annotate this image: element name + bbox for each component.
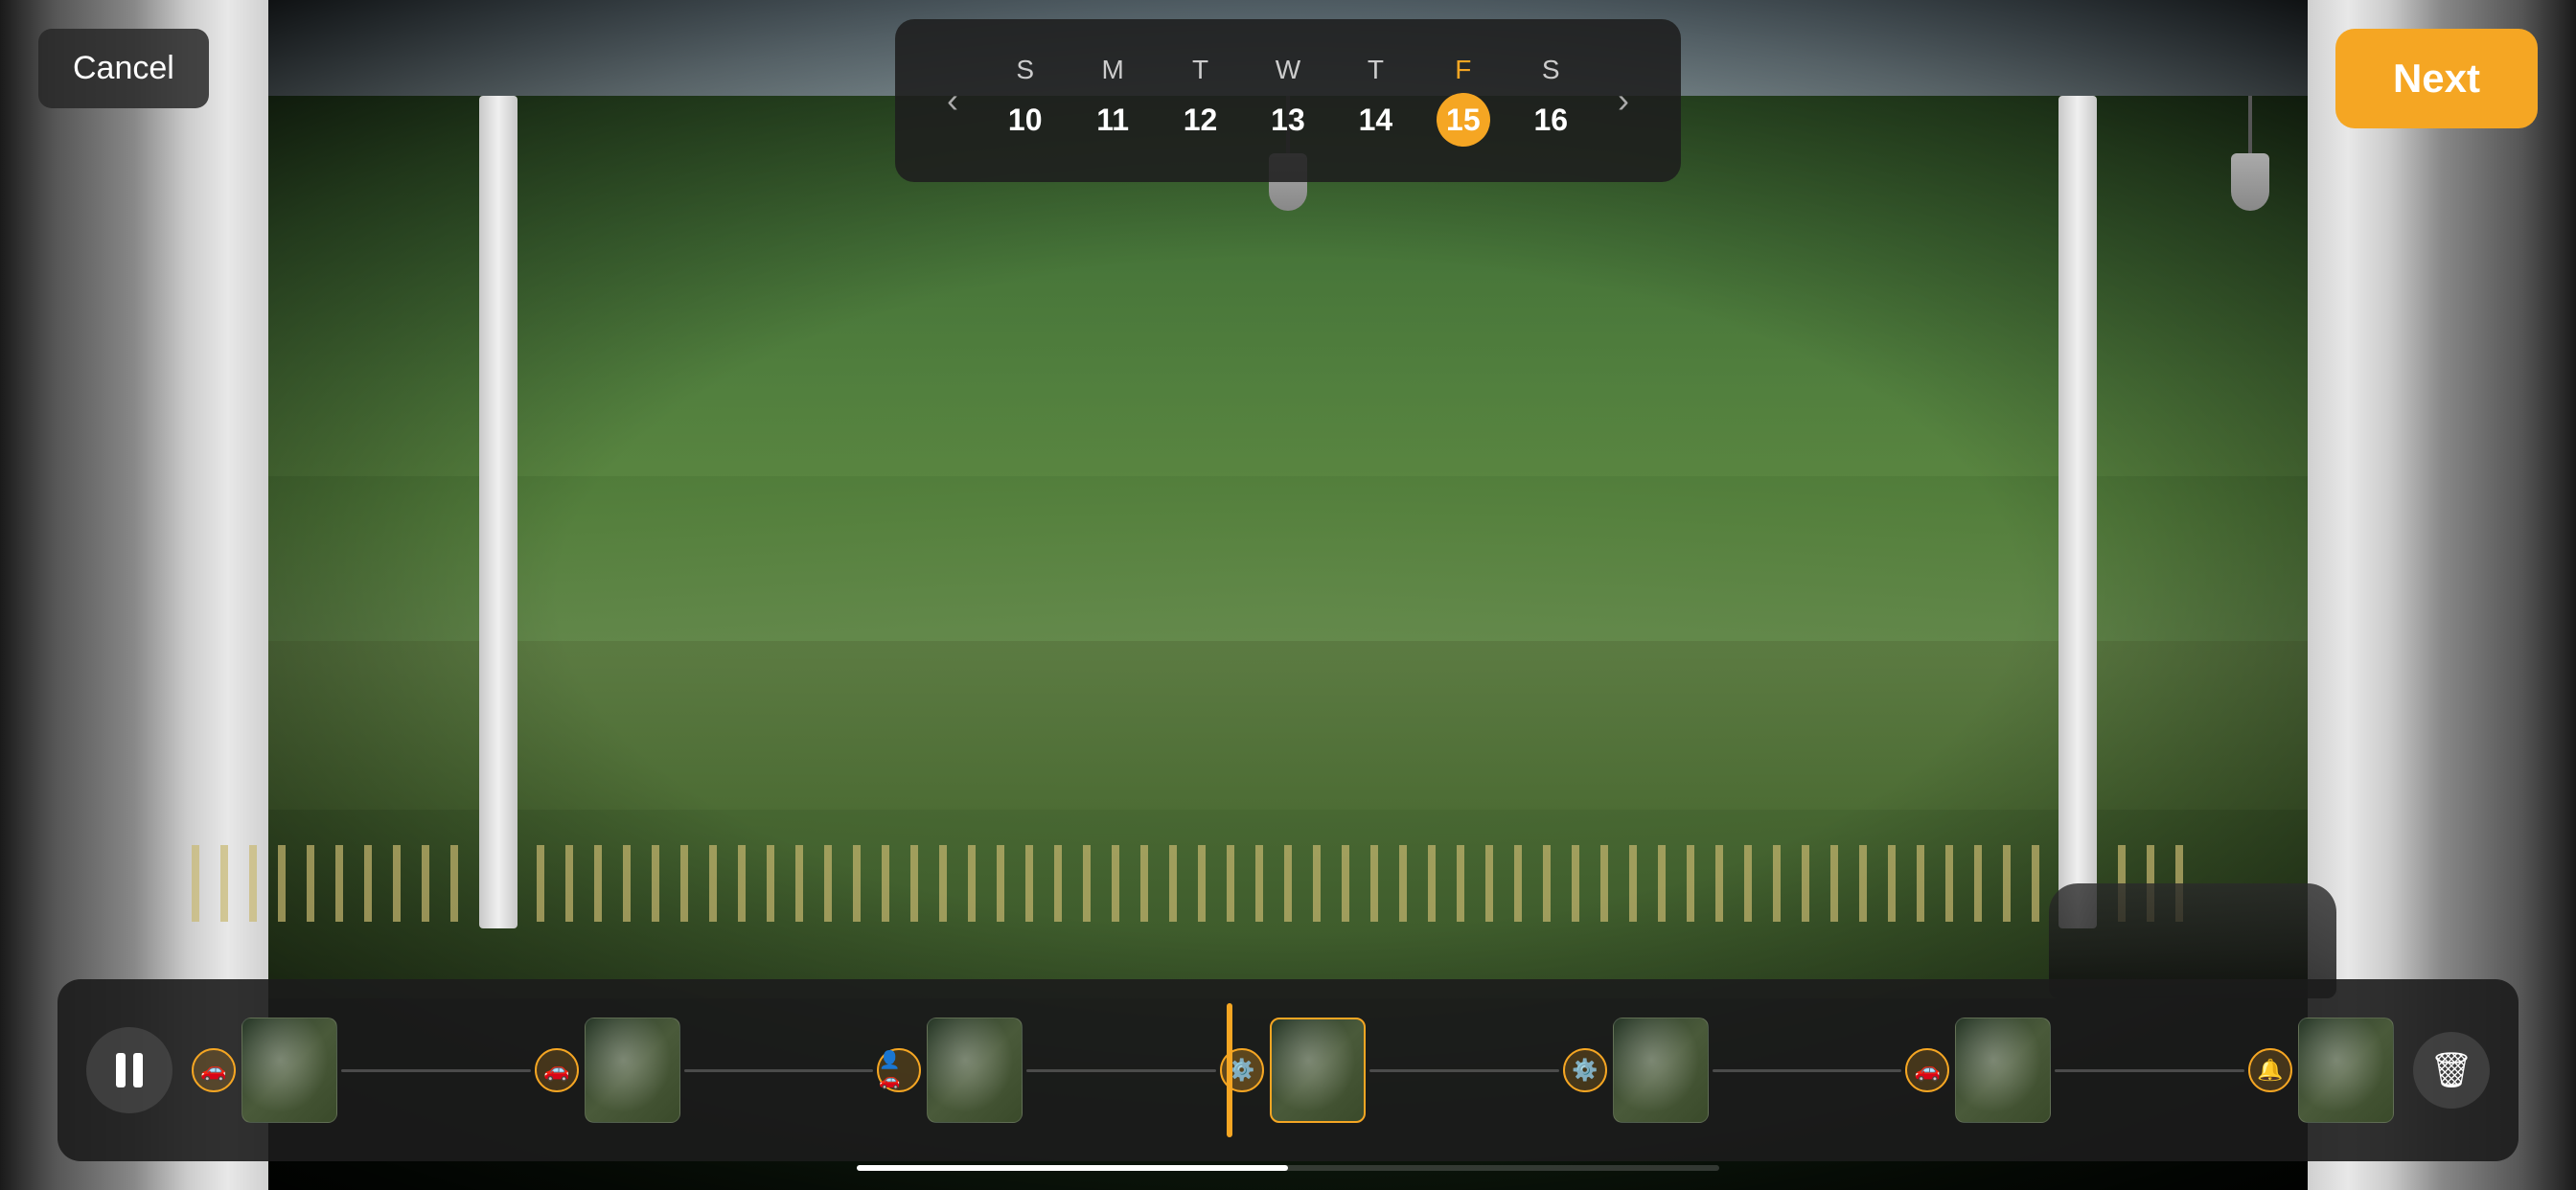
day-item-11[interactable]: M 11	[1070, 45, 1156, 156]
play-pause-button[interactable]	[86, 1027, 172, 1113]
dot-line-5	[1713, 1069, 1902, 1072]
pause-bar-1	[116, 1053, 126, 1087]
day-number-16: 16	[1524, 93, 1577, 147]
day-letter-s10: S	[1016, 55, 1034, 85]
event-icon-bell: 🔔	[2248, 1048, 2292, 1092]
porch-column-right	[2058, 96, 2097, 928]
thumb-group-3: 👤🚗	[877, 1018, 1023, 1123]
thumb-group-5: ⚙️	[1563, 1018, 1709, 1123]
day-letter-s16: S	[1542, 55, 1560, 85]
day-item-16[interactable]: S 16	[1507, 45, 1594, 156]
day-letter-t14: T	[1368, 55, 1384, 85]
day-number-12: 12	[1174, 93, 1228, 147]
progress-bar-fill	[857, 1165, 1288, 1171]
day-item-13[interactable]: W 13	[1245, 45, 1331, 156]
day-number-11: 11	[1086, 93, 1139, 147]
day-item-14[interactable]: T 14	[1332, 45, 1418, 156]
dot-line-2	[684, 1069, 874, 1072]
playhead	[1227, 1003, 1232, 1137]
day-letter-w13: W	[1276, 55, 1300, 85]
lamp-right	[2231, 96, 2269, 211]
days-container: S 10 M 11 T 12 W 13 T 14 F 15 S 16	[981, 45, 1595, 156]
day-number-13: 13	[1261, 93, 1315, 147]
dot-line-4	[1369, 1069, 1559, 1072]
day-item-15[interactable]: F 15	[1420, 45, 1506, 156]
dot-line-1	[341, 1069, 531, 1072]
next-button[interactable]: Next	[2335, 29, 2538, 128]
thumb-group-4: ⚙️	[1220, 1018, 1366, 1123]
thumbnail-6[interactable]	[1955, 1018, 2051, 1123]
day-letter-t12: T	[1192, 55, 1208, 85]
day-item-12[interactable]: T 12	[1158, 45, 1244, 156]
calendar-bar: ‹ S 10 M 11 T 12 W 13 T 14 F 15 S 16	[895, 19, 1681, 182]
thumbnail-4[interactable]	[1270, 1018, 1366, 1123]
progress-bar-container[interactable]	[857, 1165, 1719, 1171]
day-number-14: 14	[1348, 93, 1402, 147]
pause-bar-2	[133, 1053, 143, 1087]
day-letter-f15: F	[1455, 55, 1471, 85]
cancel-button[interactable]: Cancel	[38, 29, 209, 108]
porch-column-left	[479, 96, 518, 928]
event-icon-car-3: 🚗	[1905, 1048, 1949, 1092]
calendar-next-arrow[interactable]: ›	[1595, 72, 1652, 129]
event-icon-person-car: 👤🚗	[877, 1048, 921, 1092]
thumb-group-6: 🚗	[1905, 1018, 2051, 1123]
dot-line-3	[1026, 1069, 1216, 1072]
day-number-10: 10	[999, 93, 1052, 147]
thumbnail-1[interactable]	[242, 1018, 337, 1123]
thumb-group-2: 🚗	[535, 1018, 680, 1123]
timeline-bar: 🚗 🚗 👤🚗 ⚙️ ⚙️ 🚗	[58, 979, 2518, 1161]
thumbnail-5[interactable]	[1613, 1018, 1709, 1123]
trash-icon: 🗑	[2429, 1050, 2473, 1090]
calendar-prev-arrow[interactable]: ‹	[924, 72, 981, 129]
thumbnails-strip[interactable]: 🚗 🚗 👤🚗 ⚙️ ⚙️ 🚗	[192, 1003, 2394, 1137]
thumbnail-3[interactable]	[927, 1018, 1023, 1123]
dot-line-6	[2055, 1069, 2244, 1072]
event-icon-settings-2: ⚙️	[1563, 1048, 1607, 1092]
day-number-15: 15	[1437, 93, 1490, 147]
event-icon-car-2: 🚗	[535, 1048, 579, 1092]
day-letter-m11: M	[1101, 55, 1123, 85]
delete-button[interactable]: 🗑	[2413, 1032, 2490, 1109]
thumb-group-7: 🔔	[2248, 1018, 2394, 1123]
thumbnail-7[interactable]	[2298, 1018, 2394, 1123]
day-item-10[interactable]: S 10	[982, 45, 1069, 156]
thumb-group-1: 🚗	[192, 1018, 337, 1123]
thumbnail-2[interactable]	[585, 1018, 680, 1123]
pause-icon	[116, 1053, 143, 1087]
event-icon-car-1: 🚗	[192, 1048, 236, 1092]
